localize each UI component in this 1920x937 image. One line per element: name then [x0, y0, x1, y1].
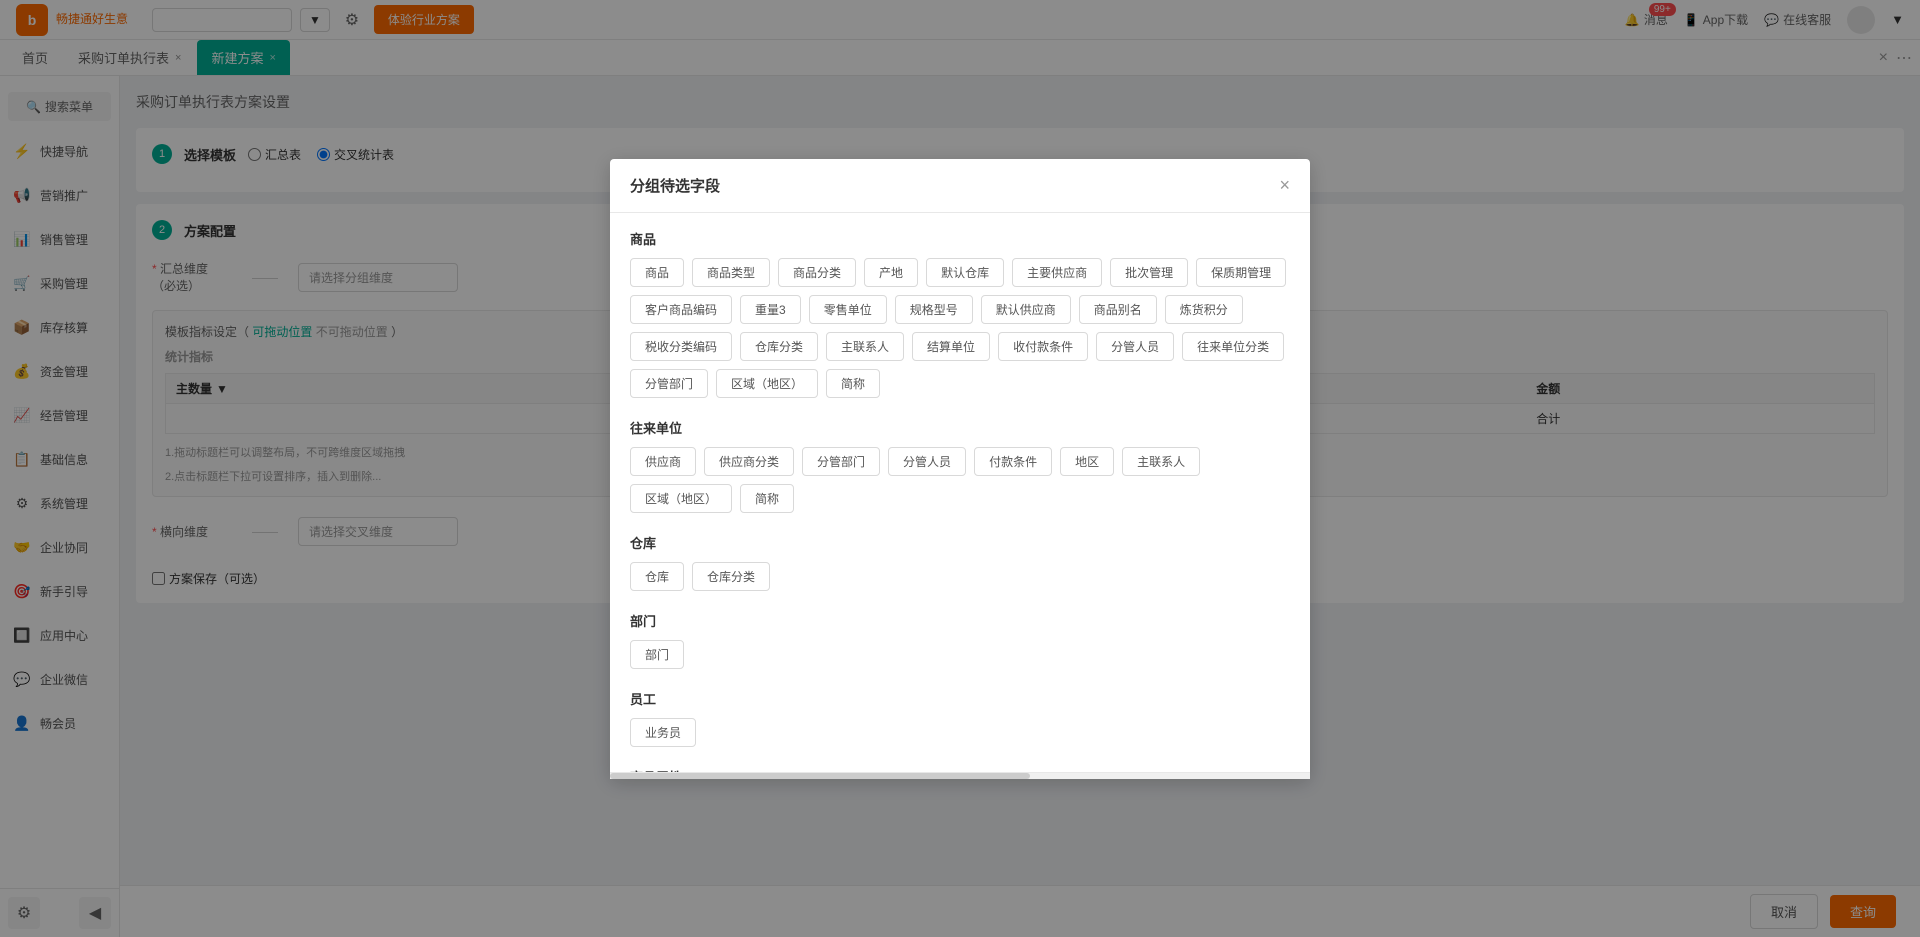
field-tag-0-6[interactable]: 批次管理: [1110, 258, 1188, 287]
modal-section-1: 往来单位供应商供应商分类分管部门分管人员付款条件地区主联系人区域（地区） 简称: [630, 418, 1290, 513]
field-tag-2-0[interactable]: 仓库: [630, 562, 684, 591]
field-tag-1-2[interactable]: 分管部门: [802, 447, 880, 476]
modal-section-title-1: 往来单位: [630, 418, 1290, 437]
modal-title: 分组待选字段: [630, 175, 720, 196]
modal-header: 分组待选字段 ×: [610, 159, 1310, 213]
field-tag-3-0[interactable]: 部门: [630, 640, 684, 669]
modal-body: 商品商品商品类型商品分类产地默认仓库主要供应商批次管理保质期管理客户商品编码重量…: [610, 213, 1310, 772]
field-tag-0-22[interactable]: 分管部门: [630, 369, 708, 398]
field-tag-0-5[interactable]: 主要供应商: [1012, 258, 1102, 287]
field-tag-0-19[interactable]: 收付款条件: [998, 332, 1088, 361]
field-tag-0-2[interactable]: 商品分类: [778, 258, 856, 287]
modal-section-4: 员工业务员: [630, 689, 1290, 747]
field-tag-0-23[interactable]: 区域（地区）: [716, 369, 818, 398]
field-tag-0-0[interactable]: 商品: [630, 258, 684, 287]
field-tag-2-1[interactable]: 仓库分类: [692, 562, 770, 591]
modal-section-title-2: 仓库: [630, 533, 1290, 552]
modal-section-title-4: 员工: [630, 689, 1290, 708]
modal-section-tags-2: 仓库仓库分类: [630, 562, 1290, 591]
modal-section-title-3: 部门: [630, 611, 1290, 630]
field-tag-1-6[interactable]: 主联系人: [1122, 447, 1200, 476]
field-tag-0-7[interactable]: 保质期管理: [1196, 258, 1286, 287]
field-tag-1-3[interactable]: 分管人员: [888, 447, 966, 476]
field-tag-0-14[interactable]: 炼货积分: [1165, 295, 1243, 324]
field-tag-0-17[interactable]: 主联系人: [826, 332, 904, 361]
field-tag-0-10[interactable]: 零售单位: [809, 295, 887, 324]
modal-section-title-0: 商品: [630, 229, 1290, 248]
modal-section-tags-1: 供应商供应商分类分管部门分管人员付款条件地区主联系人区域（地区） 简称: [630, 447, 1290, 513]
field-tag-0-4[interactable]: 默认仓库: [926, 258, 1004, 287]
field-tag-0-3[interactable]: 产地: [864, 258, 918, 287]
field-tag-1-5[interactable]: 地区: [1060, 447, 1114, 476]
modal-overlay: 分组待选字段 × 商品商品商品类型商品分类产地默认仓库主要供应商批次管理保质期管…: [0, 0, 1920, 937]
modal-close-button[interactable]: ×: [1279, 175, 1290, 196]
scrollbar-thumb: [610, 773, 1030, 779]
modal-section-0: 商品商品商品类型商品分类产地默认仓库主要供应商批次管理保质期管理客户商品编码重量…: [630, 229, 1290, 398]
field-tag-1-7[interactable]: 区域（地区）: [630, 484, 732, 513]
field-tag-1-1[interactable]: 供应商分类: [704, 447, 794, 476]
field-tag-1-4[interactable]: 付款条件: [974, 447, 1052, 476]
field-tag-0-11[interactable]: 规格型号: [895, 295, 973, 324]
modal-section-tags-3: 部门: [630, 640, 1290, 669]
modal-horizontal-scrollbar[interactable]: [610, 772, 1310, 779]
modal-section-tags-0: 商品商品类型商品分类产地默认仓库主要供应商批次管理保质期管理客户商品编码重量3 零…: [630, 258, 1290, 398]
field-tag-0-20[interactable]: 分管人员: [1096, 332, 1174, 361]
field-tag-0-9[interactable]: 重量3: [740, 295, 801, 324]
field-tag-0-15[interactable]: 税收分类编码: [630, 332, 732, 361]
field-tag-1-8[interactable]: 简称: [740, 484, 794, 513]
field-tag-0-18[interactable]: 结算单位: [912, 332, 990, 361]
modal-section-2: 仓库仓库仓库分类: [630, 533, 1290, 591]
field-tag-4-0[interactable]: 业务员: [630, 718, 696, 747]
field-tag-0-12[interactable]: 默认供应商: [981, 295, 1071, 324]
field-tag-0-16[interactable]: 仓库分类: [740, 332, 818, 361]
modal-section-tags-4: 业务员: [630, 718, 1290, 747]
modal-dialog: 分组待选字段 × 商品商品商品类型商品分类产地默认仓库主要供应商批次管理保质期管…: [610, 159, 1310, 779]
modal-section-3: 部门部门: [630, 611, 1290, 669]
field-tag-0-1[interactable]: 商品类型: [692, 258, 770, 287]
field-tag-0-24[interactable]: 简称: [826, 369, 880, 398]
field-tag-0-21[interactable]: 往来单位分类: [1182, 332, 1284, 361]
field-tag-0-8[interactable]: 客户商品编码: [630, 295, 732, 324]
field-tag-1-0[interactable]: 供应商: [630, 447, 696, 476]
field-tag-0-13[interactable]: 商品别名: [1079, 295, 1157, 324]
